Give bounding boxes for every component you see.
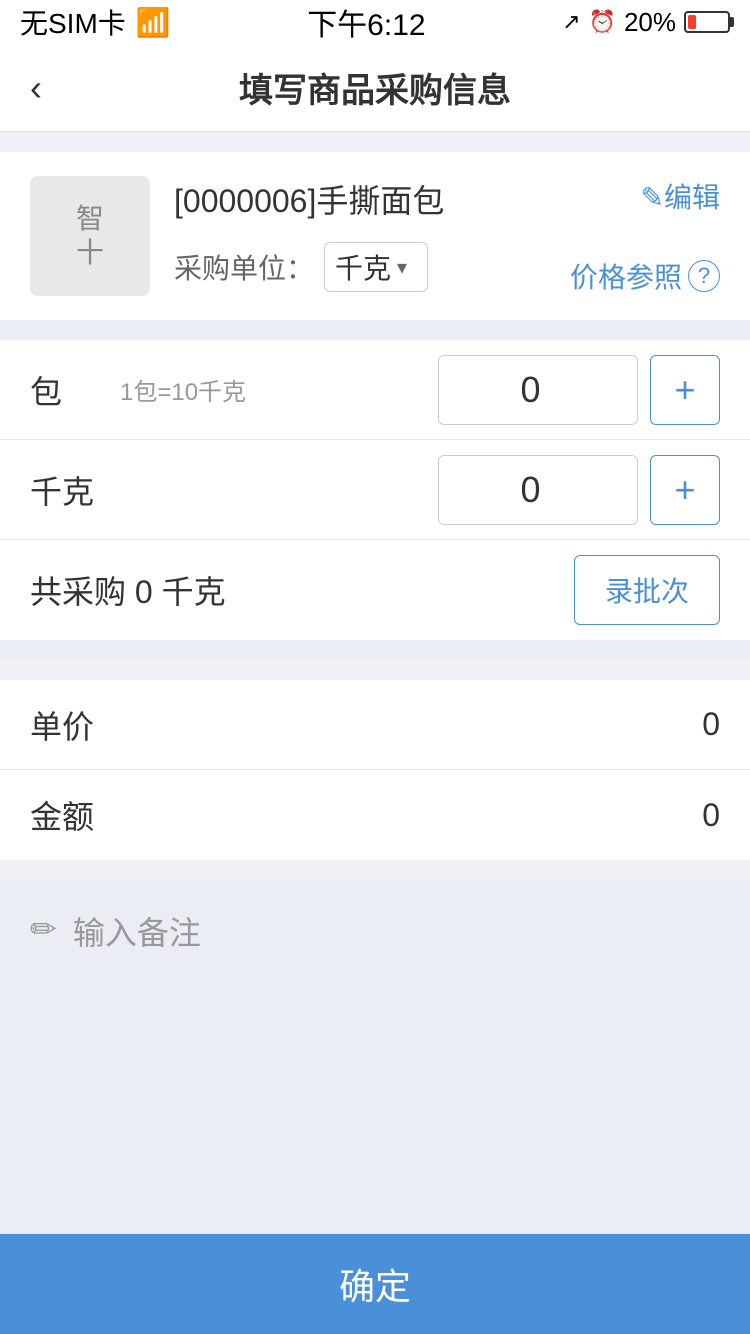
edit-button[interactable]: ✎编辑 bbox=[641, 176, 720, 216]
status-time: 下午6:12 bbox=[307, 0, 425, 44]
unit-price-value: 0 bbox=[702, 706, 720, 743]
price-reference-button[interactable]: 价格参照 ? bbox=[570, 256, 720, 296]
quantity-row-kg: 千克 + bbox=[0, 440, 750, 540]
nav-bar: ‹ 填写商品采购信息 bbox=[0, 44, 750, 132]
unit-dropdown-icon: ▾ bbox=[397, 255, 407, 280]
pencil-icon: ✏ bbox=[30, 910, 57, 948]
quantity-section: 包 1包=10千克 + 千克 + bbox=[0, 340, 750, 540]
qty-input-kg[interactable] bbox=[438, 455, 638, 525]
product-card: 智 十 [0000006]手撕面包 采购单位： 千克 ▾ ✎编辑 价格参照 ? bbox=[0, 152, 750, 320]
unit-select[interactable]: 千克 ▾ bbox=[324, 242, 428, 292]
note-section[interactable]: ✏ 输入备注 bbox=[0, 880, 750, 1280]
section-divider-2 bbox=[0, 640, 750, 660]
amount-label: 金额 bbox=[30, 792, 702, 838]
status-bar: 无SIM卡 📶 下午6:12 ↗ ⏰ 20% bbox=[0, 0, 750, 44]
status-right: ↗ ⏰ 20% bbox=[562, 7, 730, 38]
battery-icon bbox=[684, 11, 730, 33]
back-button[interactable]: ‹ bbox=[30, 67, 42, 109]
qty-plus-bao[interactable]: + bbox=[650, 355, 720, 425]
product-logo: 智 十 bbox=[76, 202, 104, 269]
page-title: 填写商品采购信息 bbox=[239, 63, 511, 112]
battery-percent: 20% bbox=[624, 7, 676, 38]
section-divider-1 bbox=[0, 320, 750, 340]
qty-label-kg: 千克 bbox=[30, 467, 110, 513]
record-batch-button[interactable]: 录批次 bbox=[574, 555, 720, 625]
qty-label-bao: 包 bbox=[30, 367, 110, 413]
help-icon: ? bbox=[688, 260, 720, 292]
carrier-text: 无SIM卡 bbox=[20, 2, 126, 42]
price-section: 单价 0 金额 0 bbox=[0, 680, 750, 860]
note-placeholder: 输入备注 bbox=[73, 908, 201, 954]
location-icon: ↗ bbox=[562, 9, 580, 35]
total-row: 共采购 0 千克 录批次 bbox=[0, 540, 750, 640]
amount-value: 0 bbox=[702, 797, 720, 834]
qty-input-wrap-kg: + bbox=[438, 455, 720, 525]
qty-input-wrap-bao: + bbox=[438, 355, 720, 425]
quantity-row-bao: 包 1包=10千克 + bbox=[0, 340, 750, 440]
unit-value: 千克 bbox=[335, 247, 391, 287]
qty-sublabel-bao: 1包=10千克 bbox=[120, 372, 438, 407]
qty-input-bao[interactable] bbox=[438, 355, 638, 425]
purchase-unit-label: 采购单位： bbox=[174, 247, 314, 287]
wifi-icon: 📶 bbox=[136, 6, 171, 39]
product-image: 智 十 bbox=[30, 176, 150, 296]
total-label: 共采购 0 千克 bbox=[30, 567, 574, 613]
unit-price-row: 单价 0 bbox=[0, 680, 750, 770]
qty-plus-kg[interactable]: + bbox=[650, 455, 720, 525]
amount-row: 金额 0 bbox=[0, 770, 750, 860]
unit-price-label: 单价 bbox=[30, 702, 702, 748]
alarm-icon: ⏰ bbox=[589, 9, 616, 35]
confirm-button[interactable]: 确定 bbox=[0, 1234, 750, 1334]
status-left: 无SIM卡 📶 bbox=[20, 2, 171, 42]
product-name: [0000006]手撕面包 bbox=[174, 176, 720, 222]
